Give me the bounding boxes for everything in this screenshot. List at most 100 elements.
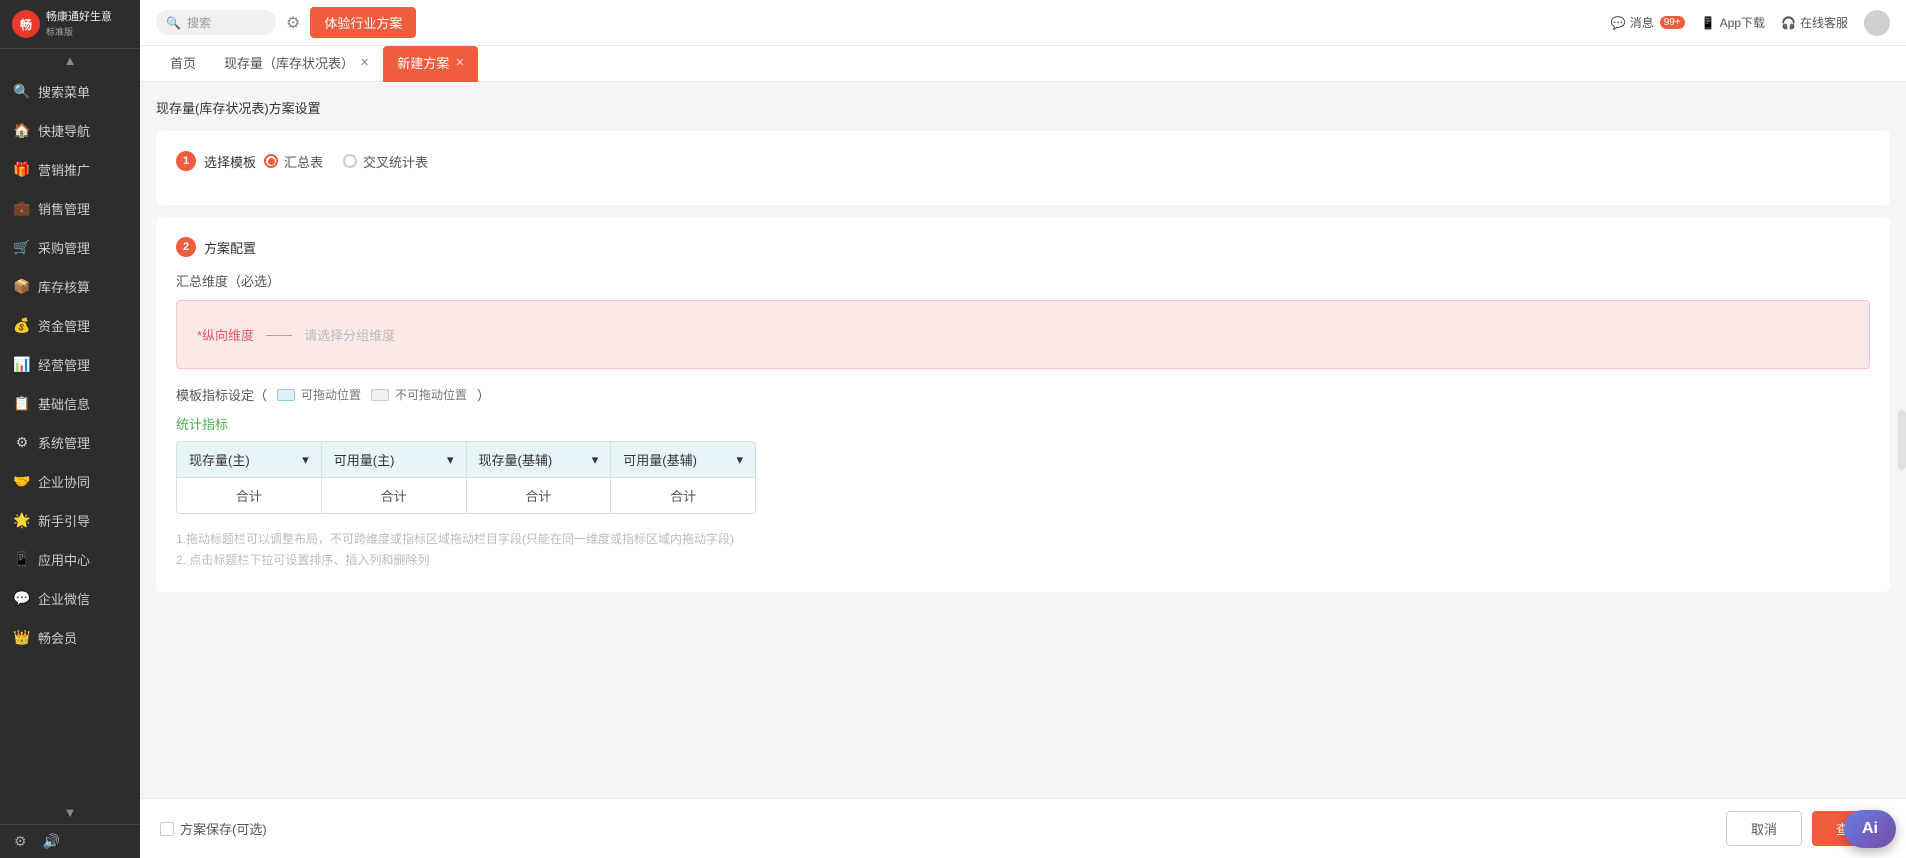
tab-home[interactable]: 首页 xyxy=(156,46,210,82)
sidebar-item-label: 营销推广 xyxy=(38,160,90,179)
sidebar-item-inventory[interactable]: 📦 库存核算 xyxy=(0,267,140,306)
sidebar-item-company[interactable]: 🤝 企业协同 xyxy=(0,462,140,501)
page-title: 现存量(库存状况表)方案设置 xyxy=(156,98,1890,117)
content-area: ✕ ⤢ 现存量(库存状况表)方案设置 1 选择模板 汇总表 交叉统计表 xyxy=(140,82,1906,798)
cancel-button[interactable]: 取消 xyxy=(1726,811,1802,846)
stats-header-col-1[interactable]: 可用量(主) ▾ xyxy=(322,442,467,477)
avatar[interactable] xyxy=(1864,10,1890,36)
briefcase-icon: 💼 xyxy=(14,201,30,217)
col-2-label: 现存量(基辅) xyxy=(479,450,553,469)
app-tag: 标准版 xyxy=(46,25,112,38)
radio-cross[interactable]: 交叉统计表 xyxy=(343,152,428,171)
dimension-label: *纵向维度 xyxy=(197,325,254,344)
draggable-legend: 可拖动位置 xyxy=(277,386,361,403)
sidebar-item-member[interactable]: 👑 畅会员 xyxy=(0,618,140,657)
message-button[interactable]: 💬 消息 99+ xyxy=(1611,14,1685,31)
sidebar-item-management[interactable]: 📊 经营管理 xyxy=(0,345,140,384)
indicator-closing: ） xyxy=(477,385,490,404)
save-label: 方案保存(可选) xyxy=(180,819,267,838)
tab-new-plan[interactable]: 新建方案 ✕ xyxy=(383,46,478,82)
message-icon: 💬 xyxy=(1611,16,1626,30)
tab-inventory-label: 现存量（库存状况表） xyxy=(224,53,354,72)
topbar-left: 🔍 搜索 ⚙ 体验行业方案 xyxy=(156,7,416,38)
sidebar-item-newbie[interactable]: 🌟 新手引导 xyxy=(0,501,140,540)
col-3-dropdown-icon[interactable]: ▾ xyxy=(736,452,743,468)
save-checkbox[interactable] xyxy=(160,822,174,836)
search-icon: 🔍 xyxy=(166,16,181,30)
tab-new-plan-label: 新建方案 xyxy=(397,53,449,72)
stats-table: 现存量(主) ▾ 可用量(主) ▾ 现存量(基辅) ▾ 可用量(基辅) xyxy=(176,441,756,514)
scroll-indicator[interactable] xyxy=(1898,410,1906,470)
tab-inventory[interactable]: 现存量（库存状况表） ✕ xyxy=(210,46,383,82)
dimension-box[interactable]: *纵向维度 —— 请选择分组维度 xyxy=(176,300,1870,369)
draggable-legend-label: 可拖动位置 xyxy=(301,386,361,403)
radio-summary[interactable]: 汇总表 xyxy=(264,152,323,171)
stats-header-col-3[interactable]: 可用量(基辅) ▾ xyxy=(611,442,755,477)
sidebar-scroll-down[interactable]: ▼ xyxy=(0,801,140,824)
tab-inventory-close[interactable]: ✕ xyxy=(360,56,369,69)
sidebar-item-label: 基础信息 xyxy=(38,394,90,413)
indicator-settings: 模板指标设定（ 可拖动位置 不可拖动位置 ） 统计指标 现存 xyxy=(176,385,1870,514)
settings-icon[interactable]: ⚙ xyxy=(14,833,27,850)
sidebar-item-app-center[interactable]: 📱 应用中心 xyxy=(0,540,140,579)
stats-header-col-0[interactable]: 现存量(主) ▾ xyxy=(177,442,322,477)
stats-body-cell-3: 合计 xyxy=(611,477,755,513)
draggable-legend-box xyxy=(277,389,295,401)
step1-header: 1 选择模板 汇总表 交叉统计表 xyxy=(176,151,1870,171)
sidebar-item-label: 新手引导 xyxy=(38,511,90,530)
nondraggable-legend: 不可拖动位置 xyxy=(371,386,467,403)
cart-icon: 🛒 xyxy=(14,240,30,256)
step2-header: 2 方案配置 xyxy=(176,237,1870,257)
sidebar-nav: 🔍 搜索菜单 🏠 快捷导航 🎁 营销推广 💼 销售管理 🛒 采购管理 📦 库存核… xyxy=(0,72,140,801)
sidebar-item-wechat[interactable]: 💬 企业微信 xyxy=(0,579,140,618)
sidebar-item-marketing[interactable]: 🎁 营销推广 xyxy=(0,150,140,189)
col-0-dropdown-icon[interactable]: ▾ xyxy=(302,452,309,468)
sidebar-item-finance[interactable]: 💰 资金管理 xyxy=(0,306,140,345)
radio-summary-label: 汇总表 xyxy=(284,152,323,171)
gear-icon[interactable]: ⚙ xyxy=(286,13,300,33)
volume-icon[interactable]: 🔊 xyxy=(43,833,60,850)
stats-body-cell-1: 合计 xyxy=(322,477,467,513)
indicator-label-row: 模板指标设定（ 可拖动位置 不可拖动位置 ） xyxy=(176,385,1870,404)
topbar-right: 💬 消息 99+ 📱 App下载 🎧 在线客服 xyxy=(1611,10,1890,36)
app-download-button[interactable]: 📱 App下载 xyxy=(1701,14,1765,31)
hint-2: 2. 点击标题栏下拉可设置排序、插入列和删除列 xyxy=(176,551,1870,568)
sidebar-item-label: 快捷导航 xyxy=(38,121,90,140)
step2-card: 2 方案配置 汇总维度（必选） *纵向维度 —— 请选择分组维度 模板指标设定（… xyxy=(156,217,1890,592)
sidebar-scroll-up[interactable]: ▲ xyxy=(0,49,140,72)
step1-title: 选择模板 xyxy=(204,152,256,171)
tab-new-plan-close[interactable]: ✕ xyxy=(455,56,464,69)
topbar: 🔍 搜索 ⚙ 体验行业方案 💬 消息 99+ 📱 App下载 🎧 在线客服 xyxy=(140,0,1906,46)
sidebar-item-quick-nav[interactable]: 🏠 快捷导航 xyxy=(0,111,140,150)
topbar-search[interactable]: 🔍 搜索 xyxy=(156,10,276,35)
stats-body-cell-0: 合计 xyxy=(177,477,322,513)
chat-icon: 💬 xyxy=(14,591,30,607)
bottom-bar: 方案保存(可选) 取消 查询 xyxy=(140,798,1906,858)
gear-icon: ⚙ xyxy=(14,435,30,451)
sidebar-item-purchase[interactable]: 🛒 采购管理 xyxy=(0,228,140,267)
logo-icon: 畅 xyxy=(12,10,40,38)
stats-header-col-2[interactable]: 现存量(基辅) ▾ xyxy=(467,442,612,477)
sidebar-item-basic[interactable]: 📋 基础信息 xyxy=(0,384,140,423)
sidebar-item-system[interactable]: ⚙ 系统管理 xyxy=(0,423,140,462)
money-icon: 💰 xyxy=(14,318,30,334)
nondraggable-legend-box xyxy=(371,389,389,401)
sidebar-item-label: 库存核算 xyxy=(38,277,90,296)
col-2-dropdown-icon[interactable]: ▾ xyxy=(592,452,599,468)
tab-home-label: 首页 xyxy=(170,53,196,72)
stats-header: 现存量(主) ▾ 可用量(主) ▾ 现存量(基辅) ▾ 可用量(基辅) xyxy=(177,442,755,477)
chart-icon: 📊 xyxy=(14,357,30,373)
sidebar-item-label: 畅会员 xyxy=(38,628,77,647)
main-area: 🔍 搜索 ⚙ 体验行业方案 💬 消息 99+ 📱 App下载 🎧 在线客服 xyxy=(140,0,1906,858)
step2-title: 方案配置 xyxy=(204,238,256,257)
sidebar-item-label: 应用中心 xyxy=(38,550,90,569)
col-1-dropdown-icon[interactable]: ▾ xyxy=(447,452,454,468)
mobile-icon: 📱 xyxy=(1701,16,1716,30)
sidebar-item-search[interactable]: 🔍 搜索菜单 xyxy=(0,72,140,111)
dimension-placeholder: 请选择分组维度 xyxy=(304,325,395,344)
sidebar-item-sales[interactable]: 💼 销售管理 xyxy=(0,189,140,228)
trial-button[interactable]: 体验行业方案 xyxy=(310,7,416,38)
ai-float-button[interactable]: Ai xyxy=(1844,810,1896,848)
dimension-row: *纵向维度 —— 请选择分组维度 xyxy=(197,325,1849,344)
online-service-button[interactable]: 🎧 在线客服 xyxy=(1781,14,1848,31)
